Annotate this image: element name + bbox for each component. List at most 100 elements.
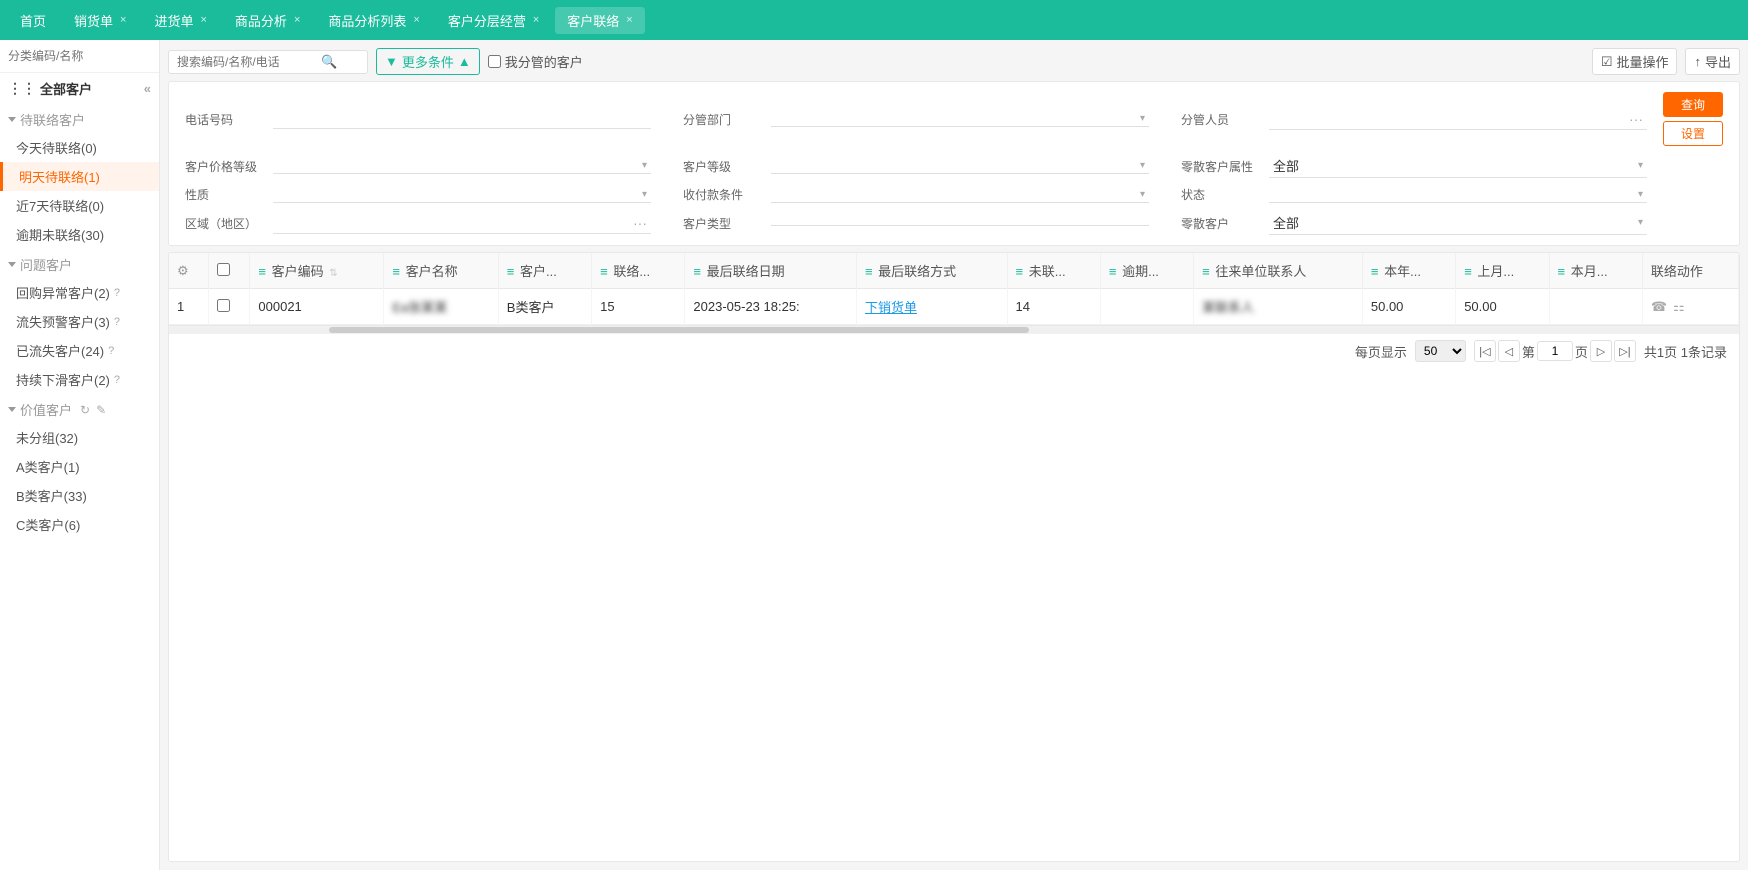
content-area: 🔍 ▼ 更多条件 ▲ 我分管的客户 ☑ 批量操作 ↑ 导出	[160, 40, 1748, 870]
sidebar-item-overdue-pending[interactable]: 逾期未联络(30)	[0, 220, 159, 249]
col-contacts[interactable]: ≡ 联络...	[592, 253, 685, 289]
settings-button[interactable]: 设置	[1663, 121, 1723, 146]
nav-close-icon[interactable]: ×	[200, 14, 206, 26]
chevron-down-icon: ▾	[1638, 160, 1643, 171]
sidebar-item-lost[interactable]: 已流失客户(24) ?	[0, 336, 159, 365]
nav-close-icon[interactable]: ×	[120, 14, 126, 26]
payment-select[interactable]: ▾	[771, 187, 1149, 203]
sidebar-item-a-class[interactable]: A类客户(1)	[0, 452, 159, 481]
customer-level-select[interactable]: ▾	[771, 158, 1149, 174]
filter-panel: 电话号码 分管部门 ▾ 分管人员 ···	[168, 81, 1740, 246]
cell-contacts: 15	[592, 289, 685, 325]
nav-purchase-order[interactable]: 进货单 ×	[142, 7, 218, 34]
col-checkbox[interactable]	[208, 253, 250, 289]
row-checkbox[interactable]	[217, 299, 230, 312]
col-last-month[interactable]: ≡ 上月...	[1456, 253, 1549, 289]
col-last-method[interactable]: ≡ 最后联络方式	[856, 253, 1007, 289]
sidebar-item-week-pending[interactable]: 近7天待联络(0)	[0, 191, 159, 220]
status-select[interactable]: ▾	[1269, 187, 1647, 203]
per-page-select[interactable]: 50 100 200	[1415, 340, 1466, 362]
select-all-checkbox[interactable]	[217, 263, 230, 276]
filter-button[interactable]: ▼ 更多条件 ▲	[376, 48, 480, 75]
question-icon: ?	[114, 287, 120, 299]
horizontal-scrollbar[interactable]	[169, 325, 1739, 333]
nav-customer-stratification[interactable]: 客户分层经营 ×	[436, 7, 551, 34]
gender-select[interactable]: ▾	[273, 187, 651, 203]
col-no-contact[interactable]: ≡ 未联...	[1007, 253, 1100, 289]
customer-type-select[interactable]	[771, 221, 1149, 226]
collapse-icon[interactable]: «	[144, 81, 151, 96]
sidebar-item-abnormal[interactable]: 回购异常客户(2) ?	[0, 278, 159, 307]
action-icons: ☎ ⚏	[1651, 299, 1730, 315]
col-contacts-person-icon: ≡	[1202, 264, 1210, 279]
col-type[interactable]: ≡ 客户...	[498, 253, 591, 289]
more-action-icon[interactable]: ⚏	[1673, 299, 1685, 315]
nav-customer-contact[interactable]: 客户联络 ×	[555, 7, 644, 34]
sidebar-item-tomorrow-pending[interactable]: 明天待联络(1)	[0, 162, 159, 191]
col-contacts-person[interactable]: ≡ 往来单位联系人	[1194, 253, 1363, 289]
export-button[interactable]: ↑ 导出	[1685, 48, 1740, 75]
chevron-up-icon: ▲	[458, 54, 471, 69]
my-customers-check[interactable]	[488, 55, 501, 68]
sidebar-item-c-class[interactable]: C类客户(6)	[0, 510, 159, 539]
sidebar-item-declining[interactable]: 持续下滑客户(2) ?	[0, 365, 159, 394]
prev-page-button[interactable]: ◁	[1498, 340, 1520, 362]
nav-close-icon[interactable]: ×	[294, 14, 300, 26]
all-customers-title[interactable]: ⋮⋮ 全部客户 «	[0, 73, 159, 104]
top-nav: 首页 销货单 × 进货单 × 商品分析 × 商品分析列表 × 客户分层经营 × …	[0, 0, 1748, 40]
nav-product-analysis[interactable]: 商品分析 ×	[223, 7, 312, 34]
sidebar-item-today-pending[interactable]: 今天待联络(0)	[0, 133, 159, 162]
cell-checkbox[interactable]	[208, 289, 250, 325]
query-button[interactable]: 查询	[1663, 92, 1723, 117]
page-number-input[interactable]	[1537, 341, 1573, 361]
first-page-button[interactable]: |◁	[1474, 340, 1496, 362]
dots-icon[interactable]: ···	[1629, 111, 1643, 127]
region-select[interactable]: ···	[273, 213, 651, 234]
col-settings[interactable]: ⚙	[169, 253, 208, 289]
chevron-down-icon: ▾	[1638, 217, 1643, 228]
table-container: ⚙ ≡ 客户编码 ⇅ ≡ 客户名称 ≡ 客户..	[168, 252, 1740, 862]
manager-select[interactable]: ···	[1269, 109, 1647, 130]
col-code[interactable]: ≡ 客户编码 ⇅	[250, 253, 384, 289]
col-overdue[interactable]: ≡ 逾期...	[1100, 253, 1193, 289]
sidebar-item-lost-warning[interactable]: 流失预警客户(3) ?	[0, 307, 159, 336]
phone-input[interactable]	[273, 110, 651, 129]
sort-icon[interactable]: ⇅	[329, 268, 337, 279]
edit-icon[interactable]: ✎	[96, 403, 106, 417]
search-input[interactable]	[177, 55, 317, 69]
dept-select[interactable]: ▾	[771, 111, 1149, 127]
next-page-button[interactable]: ▷	[1590, 340, 1612, 362]
scrollbar-thumb[interactable]	[329, 327, 1029, 333]
nav-close-icon[interactable]: ×	[413, 14, 419, 26]
customer-name: Ea张某某	[392, 300, 447, 315]
col-action[interactable]: 联络动作	[1642, 253, 1738, 289]
phone-action-icon[interactable]: ☎	[1651, 299, 1667, 315]
chevron-down-icon: ▾	[1140, 113, 1145, 124]
col-last-date[interactable]: ≡ 最后联络日期	[685, 253, 857, 289]
sidebar-search-input[interactable]	[8, 49, 160, 63]
last-page-button[interactable]: ▷|	[1614, 340, 1636, 362]
sidebar-item-ungrouped[interactable]: 未分组(32)	[0, 423, 159, 452]
batch-button[interactable]: ☑ 批量操作	[1592, 48, 1678, 75]
col-this-month[interactable]: ≡ 本月...	[1549, 253, 1642, 289]
retail-attr-select[interactable]: 全部 ▾	[1269, 154, 1647, 178]
my-customers-checkbox[interactable]: 我分管的客户	[488, 52, 583, 71]
nav-close-icon[interactable]: ×	[626, 14, 632, 26]
search-icon[interactable]: 🔍	[321, 54, 337, 70]
cell-overdue	[1100, 289, 1193, 325]
col-name[interactable]: ≡ 客户名称	[384, 253, 498, 289]
refresh-icon[interactable]: ↻	[80, 403, 90, 417]
price-level-select[interactable]: ▾	[273, 158, 651, 174]
gear-icon[interactable]: ⚙	[177, 263, 189, 278]
nav-home[interactable]: 首页	[8, 7, 58, 34]
last-method-link[interactable]: 下销货单	[865, 300, 917, 315]
sidebar-item-b-class[interactable]: B类客户(33)	[0, 481, 159, 510]
retail-customer-select[interactable]: 全部 ▾	[1269, 211, 1647, 235]
dots-icon[interactable]: ···	[633, 215, 647, 231]
cell-last-method[interactable]: 下销货单	[856, 289, 1007, 325]
question-icon: ?	[108, 345, 114, 357]
nav-close-icon[interactable]: ×	[533, 14, 539, 26]
col-this-year[interactable]: ≡ 本年...	[1362, 253, 1455, 289]
nav-sales-order[interactable]: 销货单 ×	[62, 7, 138, 34]
nav-product-analysis-list[interactable]: 商品分析列表 ×	[316, 7, 431, 34]
